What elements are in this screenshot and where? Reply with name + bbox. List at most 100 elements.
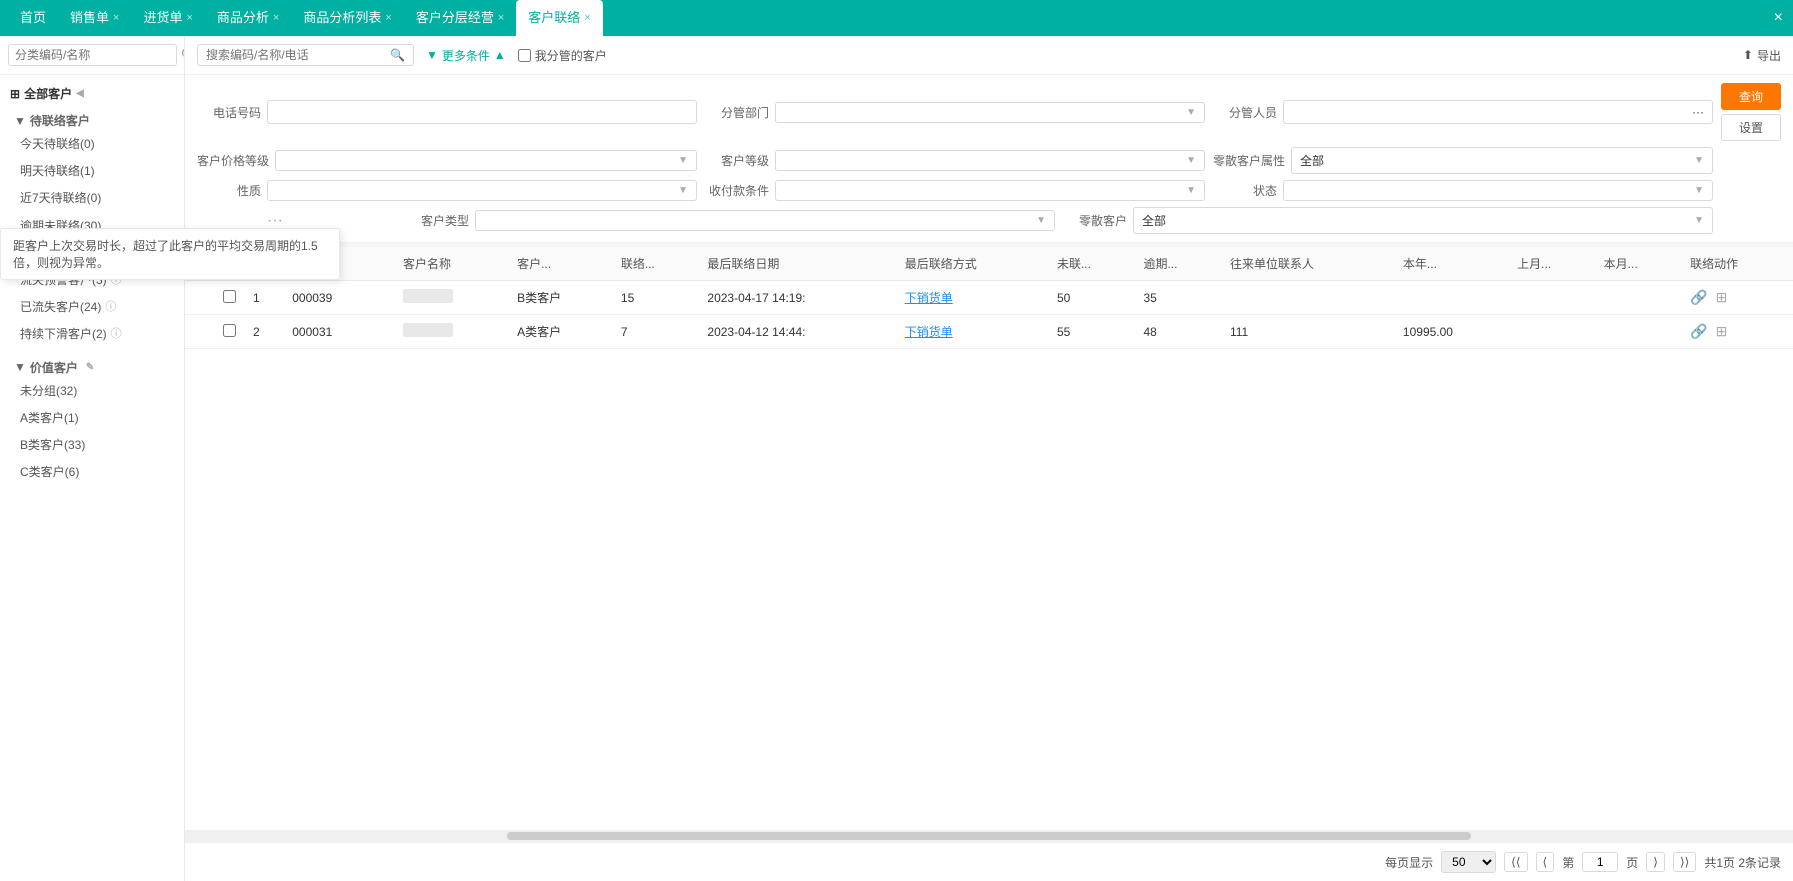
label-payment: 收付款条件 — [705, 182, 775, 199]
sidebar-item-c-class[interactable]: C类客户(6) — [0, 459, 184, 486]
col-header-contact[interactable]: 联络... — [613, 247, 700, 281]
per-page-select[interactable]: 50 20 100 — [1441, 851, 1496, 873]
sidebar-item-today-contact[interactable]: 今天待联络(0) — [0, 131, 184, 158]
cell-type-1: B类客户 — [509, 281, 613, 315]
cell-uncontacted-2: 55 — [1049, 315, 1136, 349]
select-payment[interactable]: ▼ — [775, 180, 1205, 201]
customer-table: ⚙ # 客户编码 客户名称 客户... 联络... — [185, 247, 1793, 349]
setting-button[interactable]: 设置 — [1721, 114, 1781, 141]
nav-tab-product-analysis[interactable]: 商品分析 × — [205, 0, 291, 36]
filter-status: 状态 ▼ — [1213, 180, 1713, 201]
nav-tab-sales[interactable]: 销售单 × — [58, 0, 131, 36]
nav-tab-purchase[interactable]: 进货单 × — [131, 0, 204, 36]
select-nature[interactable]: ▼ — [267, 180, 697, 201]
horizontal-scrollbar[interactable] — [185, 830, 1793, 842]
col-header-last-method[interactable]: 最后联络方式 — [897, 247, 1049, 281]
sidebar-item-ungrouped[interactable]: 未分组(32) — [0, 378, 184, 405]
select-customer-grade[interactable]: ▼ — [775, 150, 1205, 171]
nav-tab-customer-tier[interactable]: 客户分层经营 × — [404, 0, 516, 36]
cell-gear-1 — [185, 281, 215, 315]
sidebar-all-customers[interactable]: ⊞ 全部客户 ◀ — [0, 79, 184, 108]
close-purchase-tab-icon[interactable]: × — [186, 0, 192, 36]
main-search-input[interactable] — [206, 48, 386, 62]
col-header-overdue[interactable]: 逾期... — [1135, 247, 1222, 281]
col-header-last-month[interactable]: 上月... — [1509, 247, 1596, 281]
close-sales-tab-icon[interactable]: × — [113, 0, 119, 36]
chevron-down-retail-attr: ▼ — [1694, 155, 1704, 166]
col-header-uncontacted[interactable]: 未联... — [1049, 247, 1136, 281]
scrollbar-thumb[interactable] — [507, 832, 1472, 840]
chevron-down-customer-grade: ▼ — [1186, 155, 1196, 166]
name-placeholder-2 — [403, 323, 453, 337]
filter-customer-grade: 客户等级 ▼ — [705, 150, 1205, 171]
input-phone[interactable] — [267, 100, 697, 124]
cell-action-1: 🔗 ⊞ — [1682, 281, 1793, 315]
select-retail-customer[interactable]: 全部 ▼ — [1133, 207, 1713, 234]
select-status[interactable]: ▼ — [1283, 180, 1713, 201]
sidebar-item-7day-contact[interactable]: 近7天待联络(0) — [0, 185, 184, 212]
label-retail-customer: 零散客户 — [1063, 212, 1133, 229]
cell-code-1: 000039 — [284, 281, 395, 315]
chevron-down-retail-customer: ▼ — [1694, 215, 1704, 226]
select-department[interactable]: ▼ — [775, 102, 1205, 123]
cell-last-month-2 — [1509, 315, 1596, 349]
filter-dots: ··· — [197, 212, 397, 230]
page-number-input[interactable] — [1582, 852, 1618, 872]
filter-row-1: 电话号码 分管部门 ▼ 分管人员 ··· 查询 — [197, 83, 1781, 141]
export-button[interactable]: ⬆ 导出 — [1743, 47, 1781, 64]
more-conditions-button[interactable]: ▼ 更多条件 ▲ — [426, 47, 506, 64]
col-header-type[interactable]: 客户... — [509, 247, 613, 281]
table-row: 1 000039 B类客户 15 2023-04-17 14:19: 下销货单 … — [185, 281, 1793, 315]
filter-retail-attr: 零散客户属性 全部 ▼ — [1213, 147, 1713, 174]
nav-tab-home[interactable]: 首页 — [8, 0, 58, 36]
select-customer-type[interactable]: ▼ — [475, 210, 1055, 231]
close-product-list-tab-icon[interactable]: × — [385, 0, 391, 36]
contact-icon-1[interactable]: 🔗 — [1690, 289, 1707, 306]
label-nature: 性质 — [197, 182, 267, 199]
sidebar-item-declining[interactable]: 持续下滑客户(2) ⓘ — [0, 321, 184, 348]
edit-icon-group[interactable]: ✎ — [86, 362, 94, 373]
my-customer-checkbox[interactable] — [518, 49, 531, 62]
data-table-area: ⚙ # 客户编码 客户名称 客户... 联络... — [185, 247, 1793, 830]
cell-check-2[interactable] — [215, 315, 245, 349]
row-checkbox-1[interactable] — [223, 290, 236, 303]
my-customer-checkbox-wrap[interactable]: 我分管的客户 — [518, 47, 607, 64]
sidebar-item-a-class[interactable]: A类客户(1) — [0, 405, 184, 432]
query-button[interactable]: 查询 — [1721, 83, 1781, 110]
sidebar-group-pending[interactable]: ▼ 待联络客户 — [0, 108, 184, 131]
window-close-button[interactable]: × — [1774, 9, 1783, 27]
cell-gear-2 — [185, 315, 215, 349]
row-checkbox-2[interactable] — [223, 324, 236, 337]
contact-icon-2[interactable]: 🔗 — [1690, 323, 1707, 340]
more-action-icon-1[interactable]: ⊞ — [1716, 289, 1728, 306]
col-header-last-date[interactable]: 最后联络日期 — [699, 247, 896, 281]
select-manager[interactable]: ··· — [1283, 100, 1713, 124]
main-search-icon[interactable]: 🔍 — [390, 48, 405, 62]
col-header-this-year[interactable]: 本年... — [1395, 247, 1509, 281]
next-page-button[interactable]: ⟩ — [1646, 852, 1665, 872]
total-label: 共1页 2条记录 — [1704, 854, 1781, 871]
close-product-analysis-tab-icon[interactable]: × — [273, 0, 279, 36]
first-page-button[interactable]: ⟨⟨ — [1504, 852, 1527, 872]
sidebar-group-value-customers[interactable]: ▼ 价值客户 ✎ — [0, 355, 184, 378]
select-price-grade[interactable]: ▼ — [275, 150, 697, 171]
prev-page-button[interactable]: ⟨ — [1536, 852, 1555, 872]
sidebar-item-churned[interactable]: 已流失客户(24) ⓘ — [0, 294, 184, 321]
select-retail-attr[interactable]: 全部 ▼ — [1291, 147, 1713, 174]
more-action-icon-2[interactable]: ⊞ — [1716, 323, 1728, 340]
close-customer-contact-tab-icon[interactable]: × — [584, 0, 590, 36]
cell-check-1[interactable] — [215, 281, 245, 315]
cell-last-method-1[interactable]: 下销货单 — [897, 281, 1049, 315]
sidebar-item-tomorrow-contact[interactable]: 明天待联络(1) — [0, 158, 184, 185]
last-page-button[interactable]: ⟩⟩ — [1673, 852, 1696, 872]
cell-last-method-2[interactable]: 下销货单 — [897, 315, 1049, 349]
nav-tab-product-analysis-list[interactable]: 商品分析列表 × — [291, 0, 403, 36]
col-header-name[interactable]: 客户名称 — [395, 247, 509, 281]
close-customer-tier-tab-icon[interactable]: × — [498, 0, 504, 36]
more-dots-icon[interactable]: ··· — [267, 212, 283, 230]
sidebar-item-b-class[interactable]: B类客户(33) — [0, 432, 184, 459]
sidebar-search-input[interactable] — [8, 44, 177, 66]
col-header-company-contact[interactable]: 往来单位联系人 — [1222, 247, 1395, 281]
nav-tab-customer-contact[interactable]: 客户联络 × — [516, 0, 602, 36]
col-header-this-month[interactable]: 本月... — [1596, 247, 1683, 281]
